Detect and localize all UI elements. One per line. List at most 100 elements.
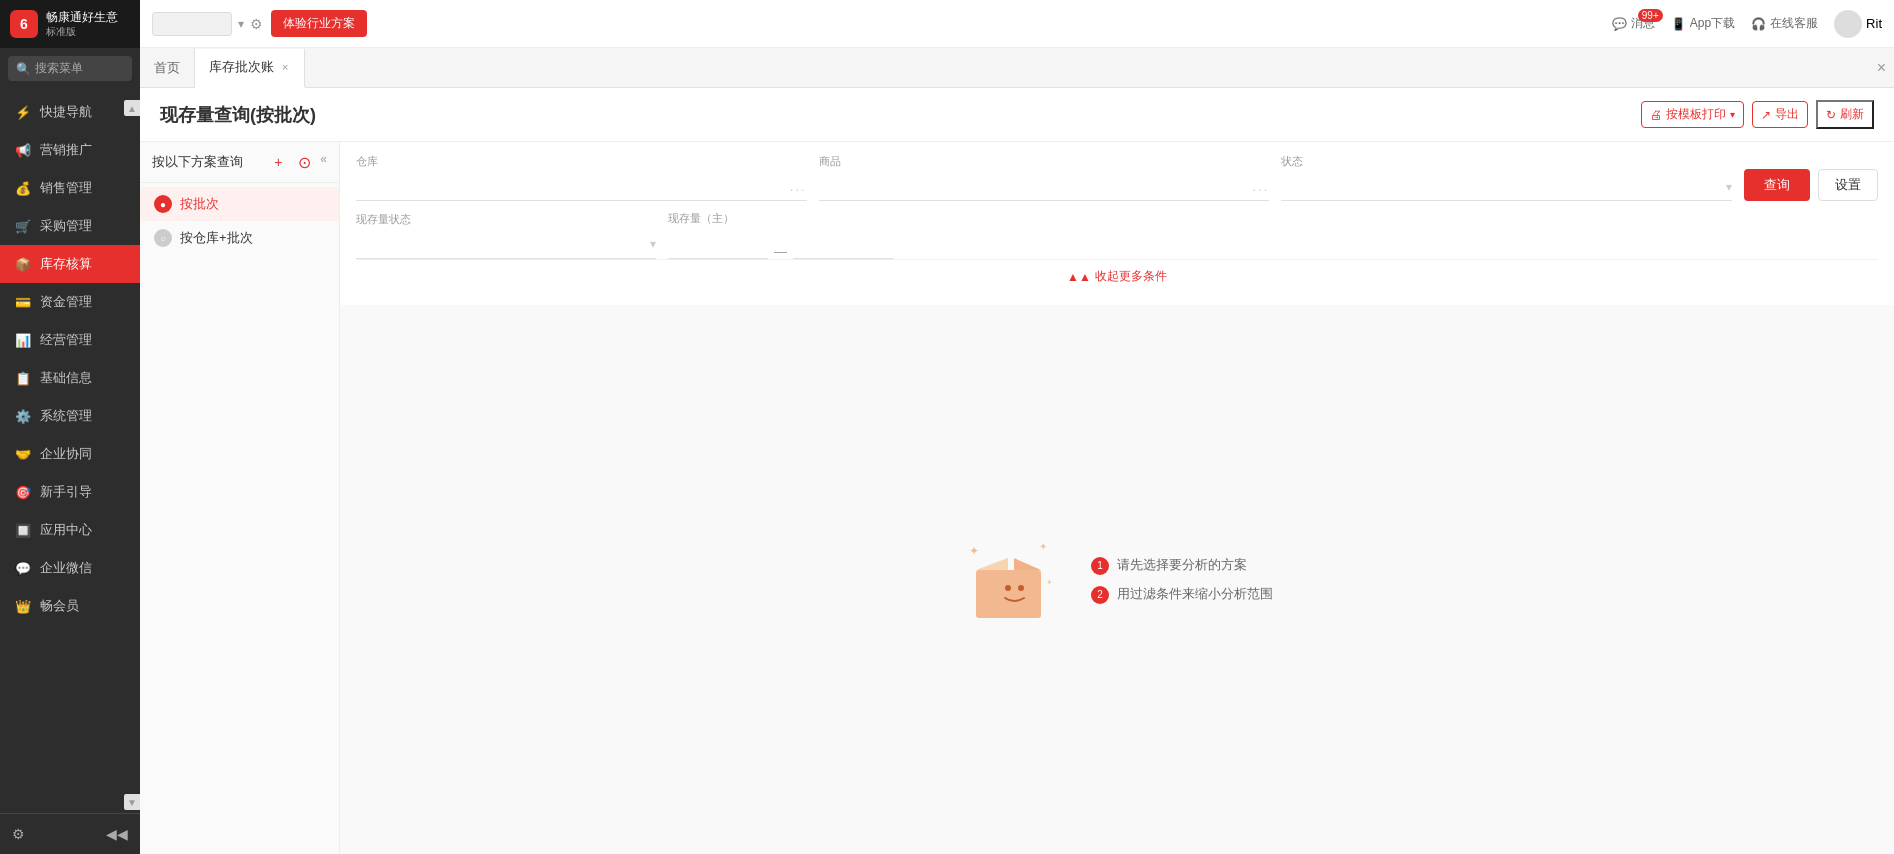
goods-dots[interactable]: ... <box>1253 179 1270 194</box>
collapse-sidebar-icon[interactable]: ◀◀ <box>102 822 132 846</box>
main-area: ▾ ⚙ 体验行业方案 💬 消息 99+ 📱 App下载 🎧 在线客服 Rit <box>140 0 1894 854</box>
svg-text:✦: ✦ <box>1046 578 1053 587</box>
tab-area-close-icon[interactable]: × <box>1877 59 1886 77</box>
business-icon: 📊 <box>14 331 32 349</box>
sidebar-item-newbie[interactable]: 🎯 新手引导 <box>0 473 140 511</box>
svg-point-5 <box>1018 585 1024 591</box>
warehouse-input[interactable]: ... <box>356 173 807 201</box>
collapse-filters-btn[interactable]: ▲▲ 收起更多条件 <box>356 259 1878 293</box>
svg-marker-2 <box>1014 558 1041 570</box>
inventory-icon: 📦 <box>14 255 32 273</box>
stock-status-chevron-icon[interactable]: ▾ <box>650 237 656 251</box>
print-btn[interactable]: 🖨 按模板打印 ▾ <box>1641 101 1744 128</box>
member-icon: 👑 <box>14 597 32 615</box>
sales-icon: 💰 <box>14 179 32 197</box>
panel-header: 按以下方案查询 + ⊙ « <box>140 142 339 183</box>
stock-qty-min-input[interactable] <box>668 231 768 259</box>
print-icon: 🖨 <box>1650 108 1662 122</box>
export-btn[interactable]: ↗ 导出 <box>1752 101 1808 128</box>
svg-marker-1 <box>976 558 1008 570</box>
sidebar-item-wechat[interactable]: 💬 企业微信 <box>0 549 140 587</box>
filter-status: 状态 ▾ <box>1281 154 1732 201</box>
empty-text: 1 请先选择要分析的方案 2 用过滤条件来缩小分析范围 <box>1091 556 1273 604</box>
stock-status-select[interactable]: ▾ <box>356 231 656 259</box>
breadcrumb-input <box>152 12 232 36</box>
sidebar-item-sales[interactable]: 💰 销售管理 <box>0 169 140 207</box>
settings-icon[interactable]: ⚙ <box>8 822 29 846</box>
messages-btn[interactable]: 💬 消息 99+ <box>1612 15 1655 32</box>
page-title: 现存量查询(按批次) <box>160 103 316 127</box>
sidebar-item-system[interactable]: ⚙️ 系统管理 <box>0 397 140 435</box>
filter-goods: 商品 ... <box>819 154 1270 201</box>
headset-icon: 🎧 <box>1751 17 1766 31</box>
right-panel: 仓库 ... 商品 ... <box>340 142 1894 854</box>
experience-btn[interactable]: 体验行业方案 <box>271 10 367 37</box>
sidebar-item-marketing[interactable]: 📢 营销推广 <box>0 131 140 169</box>
online-service-btn[interactable]: 🎧 在线客服 <box>1751 15 1818 32</box>
warehouse-dots[interactable]: ... <box>790 179 807 194</box>
topbar-gear-icon[interactable]: ⚙ <box>250 16 263 32</box>
system-icon: ⚙️ <box>14 407 32 425</box>
svg-rect-3 <box>976 570 1041 618</box>
scheme-active-icon: ● <box>154 195 172 213</box>
collapse-up-icon: ▲▲ <box>1067 270 1091 284</box>
filter-stock-qty: 现存量（主） — <box>668 211 968 259</box>
collapse-panel-icon[interactable]: « <box>320 152 327 172</box>
scheme-inactive-icon: ○ <box>154 229 172 247</box>
status-chevron-icon[interactable]: ▾ <box>1726 180 1732 194</box>
topbar: ▾ ⚙ 体验行业方案 💬 消息 99+ 📱 App下载 🎧 在线客服 Rit <box>140 0 1894 48</box>
svg-point-4 <box>1005 585 1011 591</box>
filter-area: 仓库 ... 商品 ... <box>340 142 1894 305</box>
basic-info-icon: 📋 <box>14 369 32 387</box>
tab-inventory-batch[interactable]: 库存批次账 × <box>195 49 305 88</box>
sidebar-item-basic-info[interactable]: 📋 基础信息 <box>0 359 140 397</box>
sidebar-item-app-center[interactable]: 🔲 应用中心 <box>0 511 140 549</box>
wechat-icon: 💬 <box>14 559 32 577</box>
scheme-item-batch[interactable]: ● 按批次 <box>140 187 339 221</box>
stock-qty-max-input[interactable] <box>793 231 893 259</box>
stock-status-label: 现存量状态 <box>356 212 656 227</box>
add-scheme-icon[interactable]: + <box>268 152 288 172</box>
settings-btn[interactable]: 设置 <box>1818 169 1878 201</box>
sidebar-item-finance[interactable]: 💳 资金管理 <box>0 283 140 321</box>
export-icon: ↗ <box>1761 108 1771 122</box>
breadcrumb-chevron-icon[interactable]: ▾ <box>238 17 244 31</box>
purchase-icon: 🛒 <box>14 217 32 235</box>
filter-row-1: 仓库 ... 商品 ... <box>356 154 1878 201</box>
warehouse-label: 仓库 <box>356 154 807 169</box>
sidebar: 6 畅康通好生意 标准版 🔍 搜索菜单 ⚡ 快捷导航 📢 营销推广 💰 销售管理… <box>0 0 140 854</box>
sidebar-item-purchase[interactable]: 🛒 采购管理 <box>0 207 140 245</box>
empty-state: ✦ ✦ ✦ 1 请先选择要分析的方案 2 用过滤条件来缩小分析范围 <box>340 305 1894 854</box>
sidebar-item-inventory[interactable]: 📦 库存核算 <box>0 245 140 283</box>
sidebar-item-business[interactable]: 📊 经营管理 <box>0 321 140 359</box>
tab-close-icon[interactable]: × <box>280 59 290 75</box>
tabbar: 首页 库存批次账 × × <box>140 48 1894 88</box>
quick-nav-icon: ⚡ <box>14 103 32 121</box>
query-btn[interactable]: 查询 <box>1744 169 1810 201</box>
goods-label: 商品 <box>819 154 1270 169</box>
goods-input[interactable]: ... <box>819 173 1270 201</box>
refresh-btn[interactable]: ↻ 刷新 <box>1816 100 1874 129</box>
message-icon: 💬 <box>1612 17 1627 31</box>
filter-row-2: 现存量状态 ▾ 现存量（主） — <box>356 211 1878 259</box>
topbar-left: ▾ ⚙ <box>152 12 263 36</box>
content-area: 现存量查询(按批次) 🖨 按模板打印 ▾ ↗ 导出 ↻ 刷新 <box>140 88 1894 854</box>
sidebar-header: 6 畅康通好生意 标准版 <box>0 0 140 48</box>
settings-scheme-icon[interactable]: ⊙ <box>294 152 314 172</box>
empty-hint-2: 2 用过滤条件来缩小分析范围 <box>1091 585 1273 604</box>
empty-hint-1: 1 请先选择要分析的方案 <box>1091 556 1273 575</box>
search-menu[interactable]: 🔍 搜索菜单 <box>8 56 132 81</box>
tab-home[interactable]: 首页 <box>140 48 195 87</box>
sidebar-item-quick-nav[interactable]: ⚡ 快捷导航 <box>0 93 140 131</box>
scheme-item-warehouse-batch[interactable]: ○ 按仓库+批次 <box>140 221 339 255</box>
scroll-down-arrow[interactable]: ▼ <box>124 794 140 810</box>
user-menu[interactable]: Rit <box>1834 10 1882 38</box>
app-download-btn[interactable]: 📱 App下载 <box>1671 15 1735 32</box>
scroll-up-arrow[interactable]: ▲ <box>124 100 140 116</box>
print-dropdown-icon[interactable]: ▾ <box>1730 109 1735 120</box>
sidebar-item-member[interactable]: 👑 畅会员 <box>0 587 140 625</box>
sidebar-item-enterprise[interactable]: 🤝 企业协同 <box>0 435 140 473</box>
status-select[interactable]: ▾ <box>1281 173 1732 201</box>
panel-header-actions: + ⊙ « <box>268 152 327 172</box>
sidebar-nav: ⚡ 快捷导航 📢 营销推广 💰 销售管理 🛒 采购管理 📦 库存核算 💳 资金管… <box>0 89 140 813</box>
